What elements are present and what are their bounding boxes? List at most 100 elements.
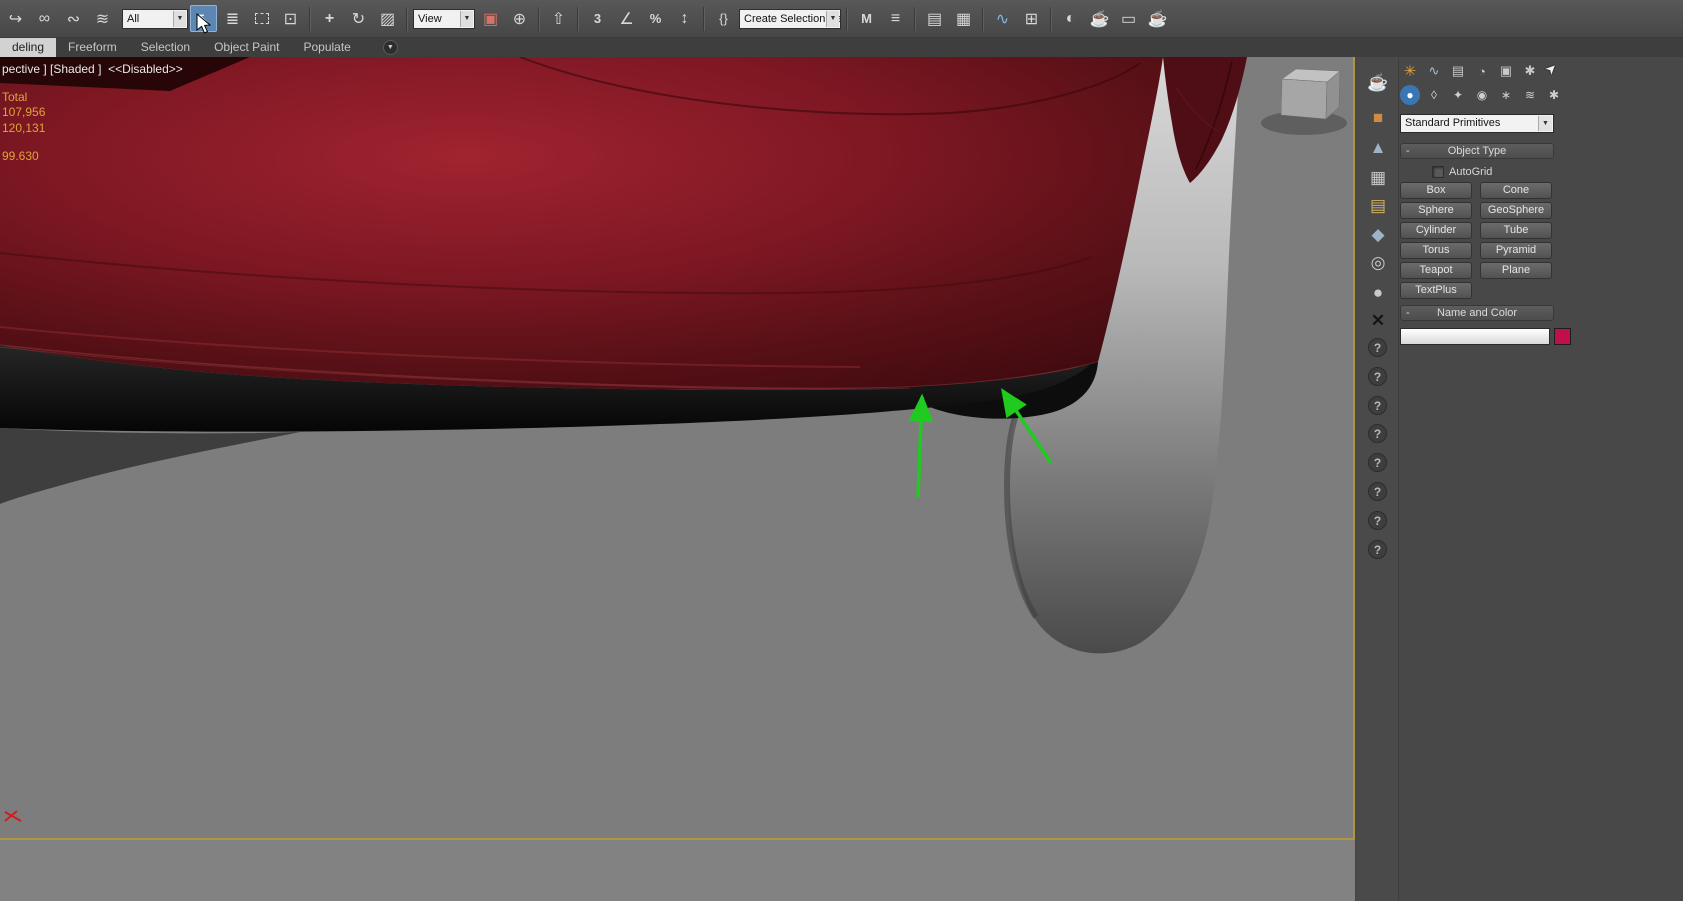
sphere-icon[interactable]: ● — [1365, 280, 1391, 306]
ribbon-tab-object-paint[interactable]: Object Paint — [202, 38, 291, 57]
checker-icon[interactable]: ▦ — [1365, 165, 1391, 191]
ribbon-tab-modeling[interactable]: deling — [0, 38, 57, 57]
plane-button[interactable]: Plane — [1480, 262, 1552, 279]
name-and-color-rollout-title: Name and Color — [1436, 307, 1518, 319]
display-tab[interactable]: ▣ — [1496, 61, 1516, 81]
motion-tab[interactable]: ◔ — [1472, 61, 1492, 81]
helpers-category-icon[interactable]: ∗ — [1496, 85, 1516, 105]
teapot-icon[interactable]: ☕ — [1365, 70, 1391, 96]
box-button[interactable]: Box — [1400, 182, 1472, 199]
object-type-rollout-header[interactable]: - Object Type — [1400, 143, 1554, 159]
cylinder-button[interactable]: Cylinder — [1400, 222, 1472, 239]
autogrid-checkbox[interactable] — [1432, 166, 1444, 178]
ribbon-tab-populate[interactable]: Populate — [291, 38, 362, 57]
create-categories: ● ◊ ✦ ◉ ∗ ≋ ✱ — [1400, 83, 1564, 107]
ribbon-collapse-button[interactable]: ▼ — [382, 40, 398, 55]
perspective-viewport[interactable]: pective ] [Shaded ] <<Disabled>> Total 1… — [0, 57, 1355, 840]
coordinate-system-value: View — [418, 12, 442, 25]
percent-snap-icon[interactable]: % — [642, 5, 669, 32]
render-production-icon[interactable]: ☕ — [1144, 5, 1171, 32]
below-viewport-area — [0, 840, 1355, 901]
toggle-scene-explorer-icon[interactable]: ▤ — [921, 5, 948, 32]
layers-icon[interactable]: ▤ — [1365, 193, 1391, 219]
select-and-link-icon[interactable]: ∞ — [31, 5, 58, 32]
space-warps-category-icon[interactable]: ≋ — [1520, 85, 1540, 105]
schematic-view-icon[interactable]: ⊞ — [1018, 5, 1045, 32]
side-toolbar: ☕ ■ ▲ ▦ ▤ ◆ ◎ ● ✕ ? ? ? ? ? ? ? ? — [1357, 57, 1399, 901]
cameras-category-icon[interactable]: ◉ — [1472, 85, 1492, 105]
create-tab[interactable]: ✳ — [1400, 61, 1420, 81]
viewport-scene — [0, 57, 1347, 822]
named-selection-sets-dropdown[interactable]: Create Selection Se ▼ — [739, 8, 841, 29]
select-and-move-icon[interactable]: + — [316, 5, 343, 32]
toolbar-separator — [703, 6, 705, 31]
curve-editor-icon[interactable]: ∿ — [989, 5, 1016, 32]
textplus-button[interactable]: TextPlus — [1400, 282, 1472, 299]
pyramid-button[interactable]: Pyramid — [1480, 242, 1552, 259]
question-button[interactable]: ? — [1368, 396, 1387, 415]
lights-category-icon[interactable]: ✦ — [1448, 85, 1468, 105]
select-and-uniform-scale-icon[interactable]: ▨ — [374, 5, 401, 32]
unlink-selection-icon[interactable]: ∾ — [60, 5, 87, 32]
distant-object[interactable] — [1261, 68, 1347, 135]
edit-named-selection-sets-icon[interactable]: {} — [710, 5, 737, 32]
ribbon-tab-selection[interactable]: Selection — [129, 38, 202, 57]
snaps-toggle-3d-icon[interactable]: 3 — [584, 5, 611, 32]
selection-filter-dropdown[interactable]: All ▼ — [122, 8, 188, 29]
cone-button[interactable]: Cone — [1480, 182, 1552, 199]
material-editor-icon[interactable]: ◐ — [1057, 5, 1084, 32]
window-crossing-icon[interactable]: ⊡ — [277, 5, 304, 32]
modify-tab[interactable]: ∿ — [1424, 61, 1444, 81]
object-name-field[interactable] — [1400, 328, 1550, 345]
easel-icon[interactable]: ▲ — [1365, 135, 1391, 161]
geosphere-button[interactable]: GeoSphere — [1480, 202, 1552, 219]
teapot-button[interactable]: Teapot — [1400, 262, 1472, 279]
question-button[interactable]: ? — [1368, 338, 1387, 357]
question-button[interactable]: ? — [1368, 424, 1387, 443]
keyboard-shortcut-override-icon[interactable]: ⇧ — [545, 5, 572, 32]
rendered-frame-window-icon[interactable]: ▭ — [1115, 5, 1142, 32]
main-toolbar: ↪ ∞ ∾ ≋ All ▼ ↖ ≣ ⊡ + ↻ ▨ View ▼ ▣ ⊕ ⇧ 3… — [0, 0, 1683, 38]
ribbon-tab-freeform[interactable]: Freeform — [56, 38, 129, 57]
hierarchy-tab[interactable]: ▤ — [1448, 61, 1468, 81]
question-button[interactable]: ? — [1368, 482, 1387, 501]
spinner-snap-icon[interactable]: ↕ — [671, 5, 698, 32]
select-and-manipulate-icon[interactable]: ⊕ — [506, 5, 533, 32]
toggle-layer-explorer-icon[interactable]: ▦ — [950, 5, 977, 32]
align-icon[interactable]: ≡ — [882, 5, 909, 32]
angle-snap-icon[interactable]: ∠ — [613, 5, 640, 32]
name-and-color-rollout-header[interactable]: - Name and Color — [1400, 305, 1554, 321]
reference-coordinate-system-dropdown[interactable]: View ▼ — [413, 8, 475, 29]
geometry-category-icon[interactable]: ● — [1400, 85, 1420, 105]
object-color-swatch[interactable] — [1554, 328, 1571, 345]
toolbar-cropped-arrow-icon[interactable]: ↪ — [2, 5, 29, 32]
disc-icon[interactable]: ◎ — [1365, 250, 1391, 276]
rectangular-selection-region-icon[interactable] — [248, 5, 275, 32]
shapes-category-icon[interactable]: ◊ — [1424, 85, 1444, 105]
viewport-label[interactable]: pective ] [Shaded ] <<Disabled>> — [2, 62, 183, 76]
question-button[interactable]: ? — [1368, 540, 1387, 559]
systems-category-icon[interactable]: ✱ — [1544, 85, 1564, 105]
stats-verts-value: 120,131 — [2, 121, 46, 135]
select-by-name-icon[interactable]: ≣ — [219, 5, 246, 32]
question-button[interactable]: ? — [1368, 367, 1387, 386]
torus-button[interactable]: Torus — [1400, 242, 1472, 259]
car-body-mesh[interactable] — [0, 57, 1163, 390]
sphere-button[interactable]: Sphere — [1400, 202, 1472, 219]
selection-filter-value: All — [127, 12, 140, 25]
question-button[interactable]: ? — [1368, 453, 1387, 472]
question-button[interactable]: ? — [1368, 511, 1387, 530]
select-and-rotate-icon[interactable]: ↻ — [345, 5, 372, 32]
mirror-icon[interactable]: M — [853, 5, 880, 32]
render-setup-icon[interactable]: ☕ — [1086, 5, 1113, 32]
box-icon[interactable]: ■ — [1365, 105, 1391, 131]
geometry-type-dropdown[interactable]: Standard Primitives ▼ — [1400, 114, 1554, 133]
bind-to-space-warp-icon[interactable]: ≋ — [89, 5, 116, 32]
use-pivot-point-center-icon[interactable]: ▣ — [477, 5, 504, 32]
tube-button[interactable]: Tube — [1480, 222, 1552, 239]
toolbar-separator — [982, 6, 984, 31]
utilities-tab[interactable]: ✱ — [1520, 61, 1540, 81]
gem-icon[interactable]: ◆ — [1365, 222, 1391, 248]
object-type-rollout-title: Object Type — [1447, 145, 1507, 157]
close-x-icon[interactable]: ✕ — [1365, 308, 1391, 334]
